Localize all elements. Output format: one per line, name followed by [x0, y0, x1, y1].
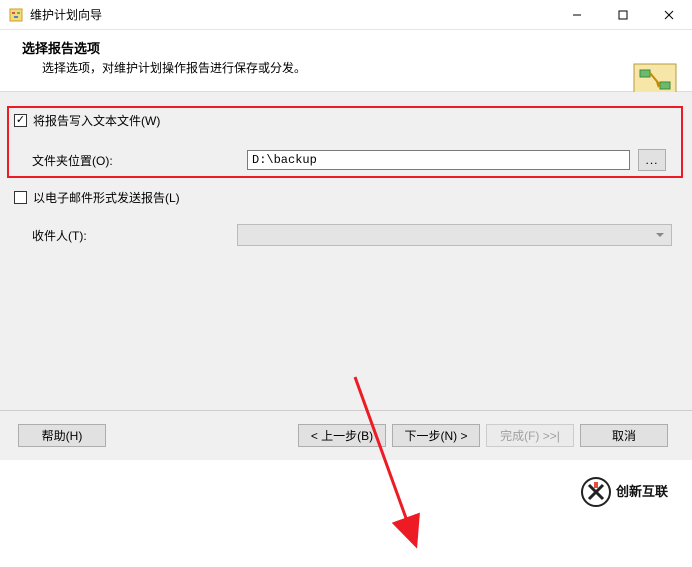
wizard-buttons: 帮助(H) < 上一步(B) 下一步(N) > 完成(F) >>| 取消 — [0, 410, 692, 460]
folder-label: 文件夹位置(O): — [32, 152, 247, 169]
folder-row: 文件夹位置(O): ... — [0, 145, 692, 175]
wizard-content: 将报告写入文本文件(W) 文件夹位置(O): ... 以电子邮件形式发送报告(L… — [0, 92, 692, 460]
email-row: 以电子邮件形式发送报告(L) — [0, 175, 692, 210]
next-button[interactable]: 下一步(N) > — [392, 424, 480, 447]
close-button[interactable] — [646, 0, 692, 29]
browse-button[interactable]: ... — [638, 149, 666, 171]
help-button[interactable]: 帮助(H) — [18, 424, 106, 447]
email-checkbox[interactable] — [14, 191, 27, 204]
recipient-label: 收件人(T): — [32, 227, 237, 244]
folder-input[interactable] — [247, 150, 630, 170]
write-to-file-checkbox[interactable] — [14, 114, 27, 127]
cancel-button[interactable]: 取消 — [580, 424, 668, 447]
wizard-header: 选择报告选项 选择选项，对维护计划操作报告进行保存或分发。 — [0, 30, 692, 92]
minimize-button[interactable] — [554, 0, 600, 29]
watermark-logo: 创新互联 — [580, 476, 690, 511]
titlebar: 维护计划向导 — [0, 0, 692, 30]
svg-text:创新互联: 创新互联 — [615, 484, 668, 499]
write-to-file-row: 将报告写入文本文件(W) — [0, 92, 692, 133]
finish-button: 完成(F) >>| — [486, 424, 574, 447]
window-title: 维护计划向导 — [30, 6, 554, 23]
write-to-file-label: 将报告写入文本文件(W) — [33, 112, 160, 129]
arrow-annotation — [345, 367, 445, 567]
page-title: 选择报告选项 — [22, 38, 670, 57]
maximize-button[interactable] — [600, 0, 646, 29]
back-button[interactable]: < 上一步(B) — [298, 424, 386, 447]
window-controls — [554, 0, 692, 29]
recipient-dropdown[interactable] — [237, 224, 672, 246]
app-icon — [8, 7, 24, 23]
recipient-row: 收件人(T): — [0, 220, 692, 250]
email-label: 以电子邮件形式发送报告(L) — [33, 189, 180, 206]
page-subtitle: 选择选项，对维护计划操作报告进行保存或分发。 — [42, 59, 670, 76]
